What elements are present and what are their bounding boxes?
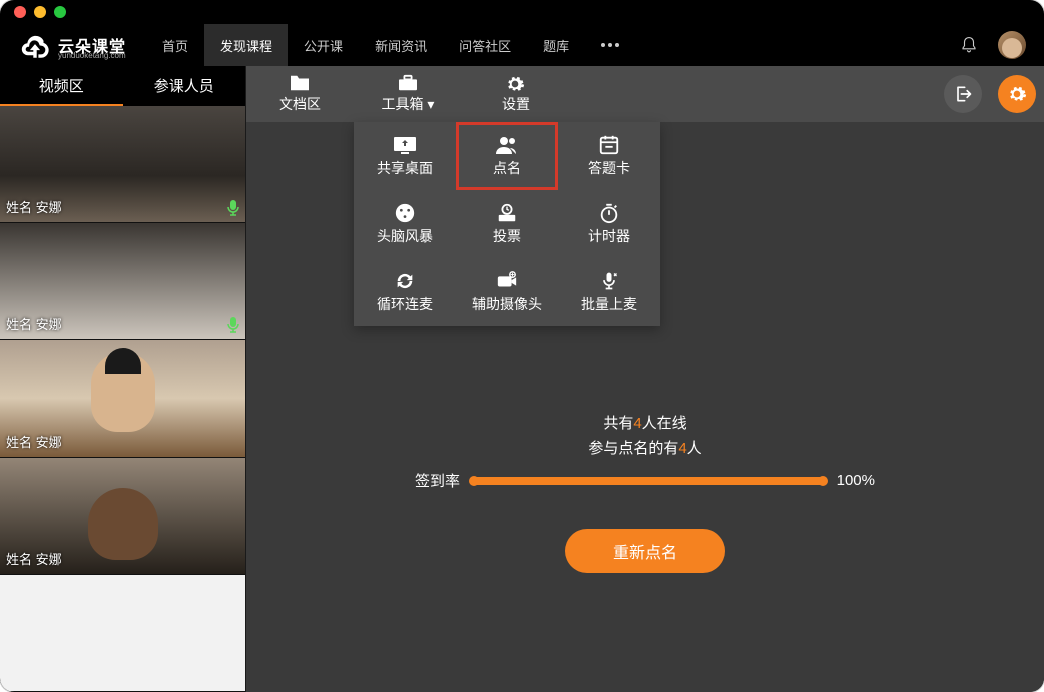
toolbar-toolbox[interactable]: 工具箱 ▾ xyxy=(354,66,462,122)
left-column: 视频区 参课人员 姓名 安娜 姓名 安娜 姓名 安娜 姓名 安 xyxy=(0,66,246,692)
close-icon[interactable] xyxy=(14,6,26,18)
nav-open-class[interactable]: 公开课 xyxy=(288,24,359,66)
toolbox-batch-mic[interactable]: 批量上麦 xyxy=(558,258,660,326)
signin-rate-bar xyxy=(470,477,827,485)
maximize-icon[interactable] xyxy=(54,6,66,18)
loop-icon xyxy=(393,270,417,292)
batch-mic-icon xyxy=(597,270,621,292)
chevron-down-icon: ▾ xyxy=(427,96,434,112)
toolbox-vote[interactable]: 投票 xyxy=(456,190,558,258)
video-name-label: 姓名 安娜 xyxy=(6,549,62,568)
nav-right xyxy=(960,31,1026,59)
nav-bank[interactable]: 题库 xyxy=(527,24,585,66)
signin-rate-label: 签到率 xyxy=(415,470,460,491)
nav-home[interactable]: 首页 xyxy=(146,24,204,66)
toolbox-share-desktop[interactable]: 共享桌面 xyxy=(354,122,456,190)
toolbox-rollcall[interactable]: 点名 xyxy=(456,122,558,190)
bell-icon[interactable] xyxy=(960,36,978,54)
toolbar-settings[interactable]: 设置 xyxy=(462,66,570,122)
top-nav: 云朵课堂 yunduoketang.com 首页 发现课程 公开课 新闻资讯 问… xyxy=(0,24,1044,66)
video-cell[interactable]: 姓名 安娜 xyxy=(0,340,245,457)
toolbox-label: 循环连麦 xyxy=(377,294,433,314)
video-name-label: 姓名 安娜 xyxy=(6,314,62,333)
mic-on-icon[interactable] xyxy=(227,317,239,333)
toolbox-label: 点名 xyxy=(493,158,521,178)
toolbox-label: 共享桌面 xyxy=(377,158,433,178)
toolbar: 文档区 工具箱 ▾ 设置 xyxy=(246,66,1044,122)
user-avatar[interactable] xyxy=(998,31,1026,59)
toolbox-label: 计时器 xyxy=(588,226,630,246)
video-cell[interactable]: 姓名 安娜 xyxy=(0,223,245,340)
toolbar-settings-label: 设置 xyxy=(502,94,530,114)
cloud-icon xyxy=(18,32,52,58)
signin-rate-percent: 100% xyxy=(837,472,875,489)
toolbox-label: 投票 xyxy=(493,226,521,246)
nav-more-icon[interactable] xyxy=(585,43,635,47)
toolbox-timer[interactable]: 计时器 xyxy=(558,190,660,258)
tab-video-area[interactable]: 视频区 xyxy=(0,66,123,106)
toolbox-label: 头脑风暴 xyxy=(377,226,433,246)
toolbox-label: 批量上麦 xyxy=(581,294,637,314)
timer-icon xyxy=(597,202,621,224)
titlebar xyxy=(0,0,1044,24)
nav-qa[interactable]: 问答社区 xyxy=(443,24,527,66)
toolbox-loop-mic[interactable]: 循环连麦 xyxy=(354,258,456,326)
toolbox-answer-card[interactable]: 答题卡 xyxy=(558,122,660,190)
camera-icon xyxy=(495,270,519,292)
nav-news[interactable]: 新闻资讯 xyxy=(359,24,443,66)
gear-icon xyxy=(505,74,527,92)
toolbox-aux-camera[interactable]: 辅助摄像头 xyxy=(456,258,558,326)
brainstorm-icon xyxy=(393,202,417,224)
calendar-icon xyxy=(597,134,621,156)
vote-icon xyxy=(495,202,519,224)
right-column: 文档区 工具箱 ▾ 设置 xyxy=(246,66,1044,692)
participated-line: 参与点名的有4人 xyxy=(588,437,701,458)
logo[interactable]: 云朵课堂 yunduoketang.com xyxy=(18,32,126,58)
video-cell[interactable]: 姓名 安娜 xyxy=(0,106,245,223)
video-name-label: 姓名 安娜 xyxy=(6,197,62,216)
folder-icon xyxy=(289,74,311,92)
toolbox-dropdown: 共享桌面 点名 答题卡 头脑风暴 投票 xyxy=(354,122,660,326)
online-count-line: 共有4人在线 xyxy=(603,412,686,433)
mic-on-icon[interactable] xyxy=(227,200,239,216)
minimize-icon[interactable] xyxy=(34,6,46,18)
left-tabs: 视频区 参课人员 xyxy=(0,66,245,106)
toolbar-docs-label: 文档区 xyxy=(279,94,321,114)
settings-button[interactable] xyxy=(998,75,1036,113)
toolbox-icon xyxy=(397,74,419,92)
brand-sub: yunduoketang.com xyxy=(58,51,126,60)
share-desktop-icon xyxy=(393,134,417,156)
nav-discover[interactable]: 发现课程 xyxy=(204,24,288,66)
app-window: 云朵课堂 yunduoketang.com 首页 发现课程 公开课 新闻资讯 问… xyxy=(0,0,1044,692)
toolbar-docs[interactable]: 文档区 xyxy=(246,66,354,122)
toolbox-label: 辅助摄像头 xyxy=(472,294,542,314)
video-cell[interactable]: 姓名 安娜 xyxy=(0,458,245,575)
exit-button[interactable] xyxy=(944,75,982,113)
video-cell[interactable] xyxy=(0,575,245,692)
toolbox-brainstorm[interactable]: 头脑风暴 xyxy=(354,190,456,258)
recall-button[interactable]: 重新点名 xyxy=(565,529,725,573)
main: 视频区 参课人员 姓名 安娜 姓名 安娜 姓名 安娜 姓名 安 xyxy=(0,66,1044,692)
video-name-label: 姓名 安娜 xyxy=(6,432,62,451)
toolbox-label: 答题卡 xyxy=(588,158,630,178)
signin-rate-row: 签到率 100% xyxy=(415,470,875,491)
toolbar-toolbox-label: 工具箱 ▾ xyxy=(382,94,435,114)
tab-participants[interactable]: 参课人员 xyxy=(123,66,246,106)
people-icon xyxy=(495,134,519,156)
video-list: 姓名 安娜 姓名 安娜 姓名 安娜 姓名 安娜 xyxy=(0,106,245,692)
